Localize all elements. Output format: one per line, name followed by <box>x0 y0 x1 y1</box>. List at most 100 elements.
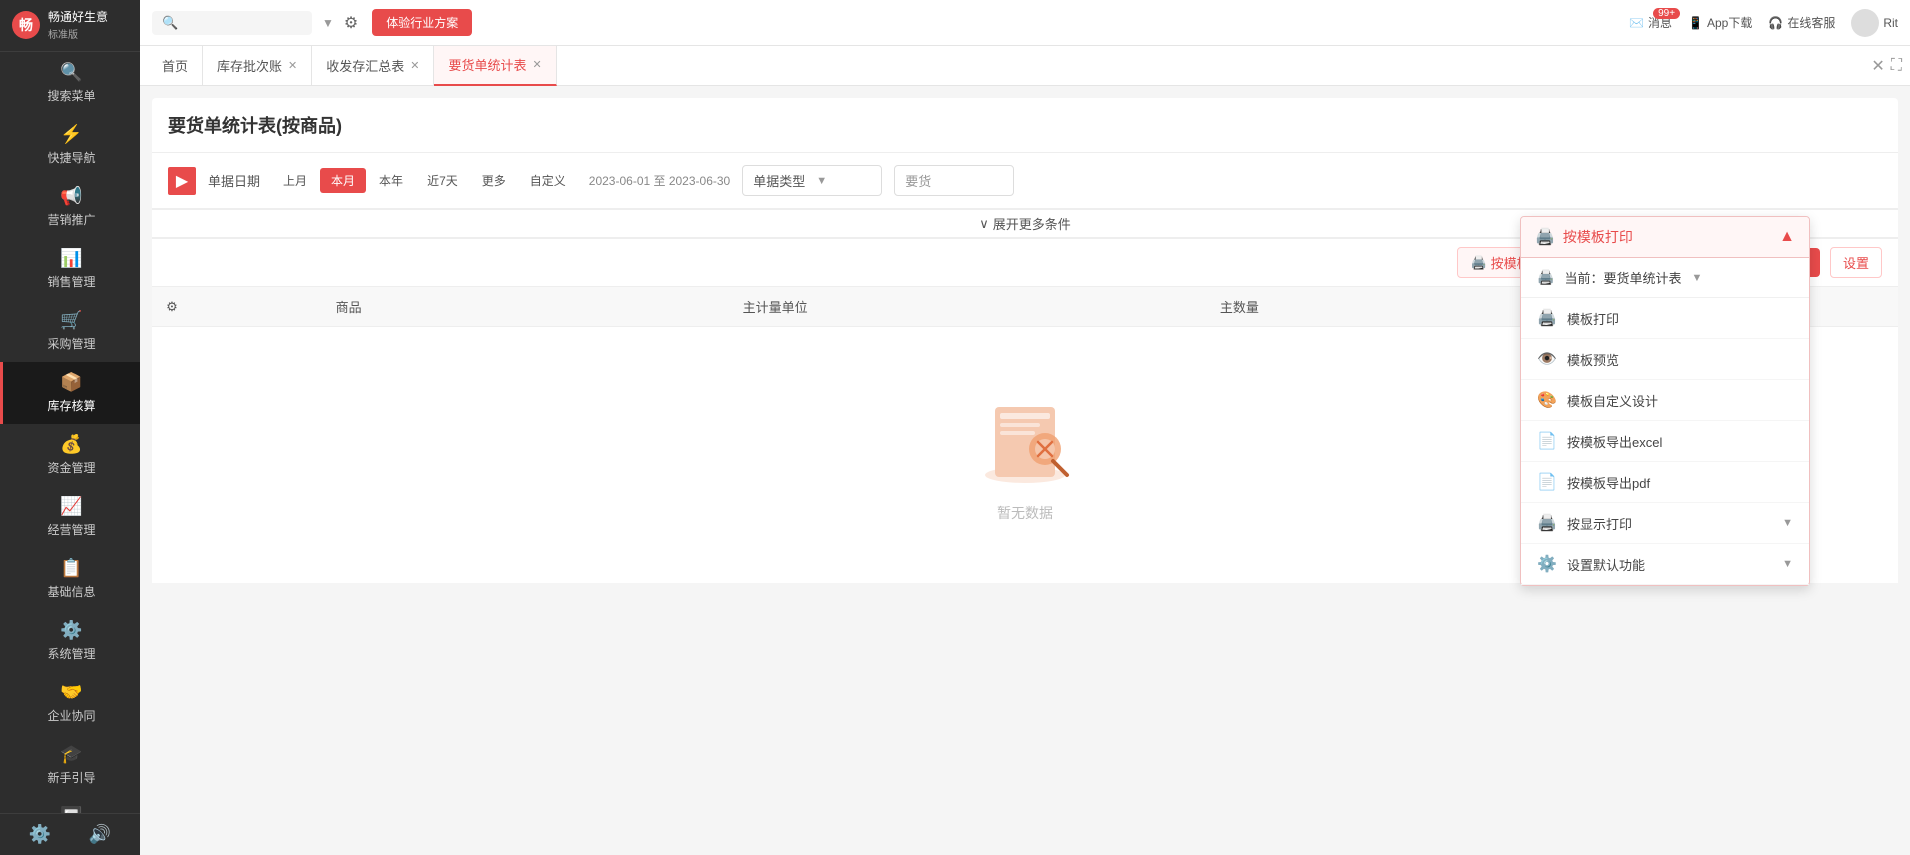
settings-button[interactable]: 设置 <box>1830 247 1882 278</box>
template-custom-label: 模板自定义设计 <box>1567 391 1793 410</box>
dropdown-title: 🖨️ 按模板打印 <box>1535 227 1633 247</box>
sidebar-item-marketing[interactable]: 📢 营销推广 <box>0 176 140 238</box>
search-icon: 🔍 <box>162 15 178 31</box>
date-btn-more[interactable]: 更多 <box>471 168 517 193</box>
marketing-icon: 📢 <box>60 186 82 207</box>
sidebar-item-apps[interactable]: 🔲 应用中心 <box>0 796 140 813</box>
dropdown-item-display-print[interactable]: 🖨️ 按显示打印 ▼ <box>1521 503 1809 544</box>
col-settings[interactable]: ⚙ <box>152 287 192 327</box>
dropdown-item-template-preview[interactable]: 👁️ 模板预览 <box>1521 339 1809 380</box>
trial-button[interactable]: 体验行业方案 <box>372 9 472 36</box>
sidebar-item-label: 销售管理 <box>47 273 95 290</box>
page-title: 要货单统计表(按商品) <box>168 116 342 136</box>
template-print-label: 模板打印 <box>1567 309 1793 328</box>
order-goods-input[interactable]: 要货 <box>894 165 1014 196</box>
dropdown-print-icon: 🖨️ <box>1535 227 1555 247</box>
username-label: Rit <box>1883 16 1898 30</box>
app-download-button[interactable]: 📱 App下载 <box>1688 14 1752 31</box>
app-download-label: App下载 <box>1707 14 1752 31</box>
sidebar-item-sales[interactable]: 📊 销售管理 <box>0 238 140 300</box>
tab-inventory-batch[interactable]: 库存批次账 ✕ <box>203 46 312 86</box>
sidebar-item-label: 资金管理 <box>47 459 95 476</box>
tab-inventory-batch-close[interactable]: ✕ <box>288 59 297 72</box>
tab-receivable-summary-close[interactable]: ✕ <box>410 59 419 72</box>
current-template-icon: 🖨️ <box>1537 269 1554 286</box>
dropdown-item-template-excel[interactable]: 📄 按模板导出excel <box>1521 421 1809 462</box>
topbar-gear-icon[interactable]: ⚙ <box>344 13 358 33</box>
sidebar-item-label: 新手引导 <box>47 769 95 786</box>
tab-order-summary-label: 要货单统计表 <box>448 55 526 74</box>
filter-collapse-btn[interactable]: ▶ <box>168 167 196 195</box>
template-preview-icon: 👁️ <box>1537 349 1557 369</box>
quick-nav-icon: ⚡ <box>60 124 82 145</box>
sidebar-item-system[interactable]: ⚙️ 系统管理 <box>0 610 140 672</box>
date-btn-year[interactable]: 本年 <box>368 168 414 193</box>
dropdown-item-default-func[interactable]: ⚙️ 设置默认功能 ▼ <box>1521 544 1809 585</box>
sidebar-item-guide[interactable]: 🎓 新手引导 <box>0 734 140 796</box>
empty-text: 暂无数据 <box>997 503 1053 523</box>
finance-icon: 💰 <box>60 434 82 455</box>
sidebar-item-base[interactable]: 📋 基础信息 <box>0 548 140 610</box>
tabs-right-actions: ✕ ⛶ <box>1871 56 1902 76</box>
tab-receivable-summary[interactable]: 收发存汇总表 ✕ <box>312 46 434 86</box>
tab-receivable-summary-label: 收发存汇总表 <box>326 56 404 75</box>
print-icon: 🖨️ <box>1470 255 1486 271</box>
inventory-icon: 📦 <box>60 372 82 393</box>
sidebar-item-label: 经营管理 <box>47 521 95 538</box>
settings-label: 设置 <box>1843 253 1869 272</box>
topbar-right: ✉️ 消息 99+ 📱 App下载 🎧 在线客服 Rit <box>1629 9 1898 37</box>
app-version: 标准版 <box>48 26 108 41</box>
doc-type-arrow-icon: ▼ <box>816 175 871 187</box>
topbar-chevron-icon[interactable]: ▼ <box>322 16 334 30</box>
date-btn-current[interactable]: 本月 <box>320 168 366 193</box>
tab-home[interactable]: 首页 <box>148 46 203 86</box>
date-btn-custom[interactable]: 自定义 <box>519 168 577 193</box>
online-service-button[interactable]: 🎧 在线客服 <box>1768 14 1835 31</box>
date-btn-recent7[interactable]: 近7天 <box>416 168 469 193</box>
date-range-display: 2023-06-01 至 2023-06-30 <box>589 172 730 189</box>
search-input[interactable] <box>184 16 284 30</box>
user-avatar-button[interactable]: Rit <box>1851 9 1898 37</box>
tab-order-summary[interactable]: 要货单统计表 ✕ <box>434 46 556 86</box>
dropdown-item-template-pdf[interactable]: 📄 按模板导出pdf <box>1521 462 1809 503</box>
expand-label: 展开更多条件 <box>993 214 1071 233</box>
sidebar-item-label: 基础信息 <box>47 583 95 600</box>
display-print-icon: 🖨️ <box>1537 513 1557 533</box>
date-btn-prev[interactable]: 上月 <box>272 168 318 193</box>
topbar-search-box[interactable]: 🔍 <box>152 11 312 35</box>
sidebar-item-collab[interactable]: 🤝 企业协同 <box>0 672 140 734</box>
table-settings-icon[interactable]: ⚙ <box>166 299 178 314</box>
dropdown-current-item[interactable]: 🖨️ 当前：要货单统计表 ▼ <box>1521 258 1809 298</box>
message-icon: ✉️ <box>1629 16 1644 30</box>
purchase-icon: 🛒 <box>60 310 82 331</box>
dropdown-collapse-btn[interactable]: ▲ <box>1779 228 1795 246</box>
sidebar-item-finance[interactable]: 💰 资金管理 <box>0 424 140 486</box>
sidebar-item-operations[interactable]: 📈 经营管理 <box>0 486 140 548</box>
display-print-label: 按显示打印 <box>1567 514 1772 533</box>
tab-maximize-icon[interactable]: ⛶ <box>1891 57 1902 75</box>
apps-icon: 🔲 <box>60 806 82 813</box>
sidebar-item-label: 库存核算 <box>47 397 95 414</box>
filter-bar: ▶ 单据日期 上月 本月 本年 近7天 更多 自定义 2023-06-01 至 … <box>152 153 1898 209</box>
sidebar-item-purchase[interactable]: 🛒 采购管理 <box>0 300 140 362</box>
template-excel-icon: 📄 <box>1537 431 1557 451</box>
sidebar-item-search[interactable]: 🔍 搜索菜单 <box>0 52 140 114</box>
dropdown-item-template-custom[interactable]: 🎨 模板自定义设计 <box>1521 380 1809 421</box>
messages-button[interactable]: ✉️ 消息 99+ <box>1629 14 1672 31</box>
sidebar-item-quick-nav[interactable]: ⚡ 快捷导航 <box>0 114 140 176</box>
default-func-label: 设置默认功能 <box>1567 555 1772 574</box>
doc-type-select[interactable]: 单据类型 ▼ <box>742 165 882 196</box>
search-icon: 🔍 <box>60 62 82 83</box>
settings-bottom-icon[interactable]: ⚙️ <box>29 824 51 845</box>
tab-close-all-icon[interactable]: ✕ <box>1871 56 1884 76</box>
sidebar-item-inventory[interactable]: 📦 库存核算 <box>0 362 140 424</box>
tab-order-summary-close[interactable]: ✕ <box>533 58 542 71</box>
user-avatar <box>1851 9 1879 37</box>
operations-icon: 📈 <box>60 496 82 517</box>
tab-home-label: 首页 <box>162 56 188 75</box>
base-icon: 📋 <box>60 558 82 579</box>
dropdown-item-template-print[interactable]: 🖨️ 模板打印 <box>1521 298 1809 339</box>
current-template-label: 当前：要货单统计表 <box>1564 268 1681 287</box>
col-goods: 商品 <box>192 287 505 327</box>
sound-bottom-icon[interactable]: 🔊 <box>89 824 111 845</box>
